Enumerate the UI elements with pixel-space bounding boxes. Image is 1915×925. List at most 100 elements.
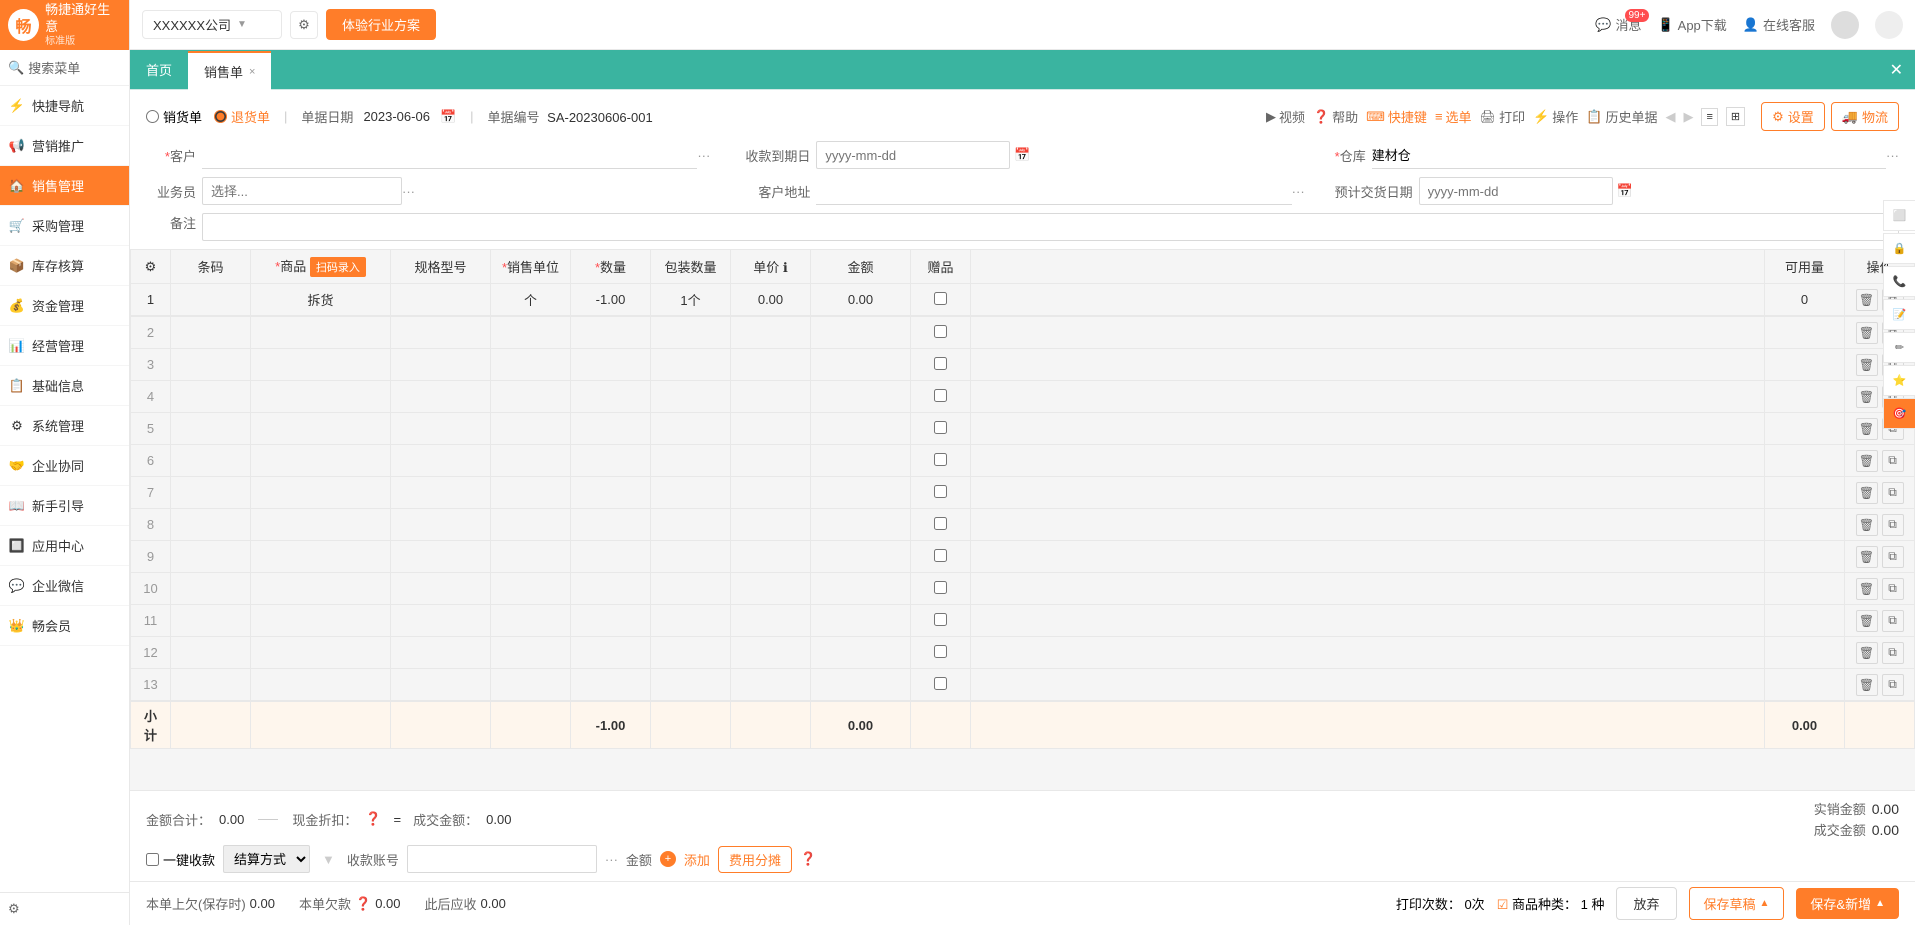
close-window-button[interactable]: ✕ [1890,60,1915,80]
sidebar-item-member[interactable]: 👑 畅会员 [0,606,129,646]
cell-amount-10[interactable] [811,573,911,605]
search-menu-item[interactable]: 🔍 搜索菜单 [0,50,129,86]
cell-pkg-9[interactable] [651,541,731,573]
cell-qty-3[interactable] [571,349,651,381]
cell-pkg-8[interactable] [651,509,731,541]
cell-gift-3[interactable] [911,349,971,381]
cell-qty-11[interactable] [571,605,651,637]
cell-gift-5[interactable] [911,413,971,445]
float-btn-5[interactable]: ✏ [1883,332,1915,363]
cell-price-8[interactable] [731,509,811,541]
customer-addr-input[interactable] [816,177,1291,205]
float-btn-3[interactable]: 📞 [1883,266,1915,297]
cell-pkg-1[interactable]: 1个 [651,284,731,316]
delete-row-btn-5[interactable]: 🗑 [1856,418,1878,440]
cell-amount-6[interactable] [811,445,911,477]
settlement-method-select[interactable]: 结算方式 [223,845,310,873]
cell-product-7[interactable] [251,477,391,509]
cell-gift-7[interactable] [911,477,971,509]
sidebar-item-system[interactable]: ⚙ 系统管理 [0,406,129,446]
cell-spec-12[interactable] [391,637,491,669]
float-btn-1[interactable]: ⬜ [1883,200,1915,231]
cell-barcode-7[interactable] [171,477,251,509]
one-click-pay-checkbox[interactable]: 一键收款 [146,850,215,869]
print-btn[interactable]: 🖨 打印 [1480,107,1526,126]
cell-product-5[interactable] [251,413,391,445]
addr-dots-button[interactable]: ··· [1292,184,1305,199]
cell-product-10[interactable] [251,573,391,605]
salesman-input[interactable] [202,177,402,205]
delete-row-btn-4[interactable]: 🗑 [1856,386,1878,408]
cell-product-9[interactable] [251,541,391,573]
cell-unit-11[interactable] [491,605,571,637]
cell-price-5[interactable] [731,413,811,445]
delete-row-btn-12[interactable]: 🗑 [1856,642,1878,664]
cell-price-10[interactable] [731,573,811,605]
cell-price-4[interactable] [731,381,811,413]
cell-amount-5[interactable] [811,413,911,445]
cell-qty-7[interactable] [571,477,651,509]
video-btn[interactable]: ▶ 视频 [1266,107,1305,126]
select-btn[interactable]: ≡ 选单 [1435,107,1472,126]
cell-unit-6[interactable] [491,445,571,477]
cell-qty-8[interactable] [571,509,651,541]
copy-row-btn-13[interactable]: ⧉ [1882,674,1904,696]
cell-spec-1[interactable] [391,284,491,316]
delete-row-btn-11[interactable]: 🗑 [1856,610,1878,632]
cell-pkg-5[interactable] [651,413,731,445]
cell-pkg-11[interactable] [651,605,731,637]
sidebar-item-purchase[interactable]: 🛒 采购管理 [0,206,129,246]
cell-barcode-9[interactable] [171,541,251,573]
cell-spec-13[interactable] [391,669,491,701]
cell-qty-13[interactable] [571,669,651,701]
sidebar-settings-btn[interactable]: ⚙ [0,893,129,925]
cell-amount-9[interactable] [811,541,911,573]
cell-amount-7[interactable] [811,477,911,509]
cell-product-1[interactable]: 拆货 [251,284,391,316]
delete-row-btn-3[interactable]: 🗑 [1856,354,1878,376]
cell-pkg-13[interactable] [651,669,731,701]
cell-unit-1[interactable]: 个 [491,284,571,316]
header-gear-button[interactable]: ⚙ [290,11,318,39]
cell-price-13[interactable] [731,669,811,701]
sale-order-radio[interactable]: 销货单 [146,107,202,126]
cell-spec-4[interactable] [391,381,491,413]
cell-gift-12[interactable] [911,637,971,669]
cell-unit-7[interactable] [491,477,571,509]
delete-row-btn-6[interactable]: 🗑 [1856,450,1878,472]
cell-barcode-6[interactable] [171,445,251,477]
copy-row-btn-7[interactable]: ⧉ [1882,482,1904,504]
cell-spec-11[interactable] [391,605,491,637]
cell-qty-1[interactable]: -1.00 [571,284,651,316]
salesman-dots-button[interactable]: ··· [402,184,415,199]
cell-unit-3[interactable] [491,349,571,381]
calendar-icon[interactable]: 📅 [440,109,456,125]
copy-row-btn-12[interactable]: ⧉ [1882,642,1904,664]
cell-amount-3[interactable] [811,349,911,381]
cell-barcode-4[interactable] [171,381,251,413]
cell-gift-10[interactable] [911,573,971,605]
cell-qty-10[interactable] [571,573,651,605]
cell-unit-12[interactable] [491,637,571,669]
cell-gift-2[interactable] [911,317,971,349]
table-scroll-wrapper[interactable]: ⚙ 条码 *商品 扫码录入 规格型号 *销售单位 *数量 包装数量 单价 ℹ 金… [130,249,1915,790]
float-btn-4[interactable]: 📝 [1883,299,1915,330]
cell-qty-2[interactable] [571,317,651,349]
cell-spec-7[interactable] [391,477,491,509]
cell-qty-6[interactable] [571,445,651,477]
cell-spec-5[interactable] [391,413,491,445]
cell-barcode-8[interactable] [171,509,251,541]
col-setting-header[interactable]: ⚙ [131,250,171,284]
cell-spec-9[interactable] [391,541,491,573]
tab-home[interactable]: 首页 [130,50,188,90]
sidebar-item-operation[interactable]: 📊 经营管理 [0,326,129,366]
grid-view-btn[interactable]: ⊞ [1726,107,1745,126]
delete-row-btn-7[interactable]: 🗑 [1856,482,1878,504]
cell-pkg-7[interactable] [651,477,731,509]
cell-product-12[interactable] [251,637,391,669]
cell-product-8[interactable] [251,509,391,541]
cell-price-6[interactable] [731,445,811,477]
cell-amount-11[interactable] [811,605,911,637]
delete-row-btn-13[interactable]: 🗑 [1856,674,1878,696]
delete-row-btn-8[interactable]: 🗑 [1856,514,1878,536]
